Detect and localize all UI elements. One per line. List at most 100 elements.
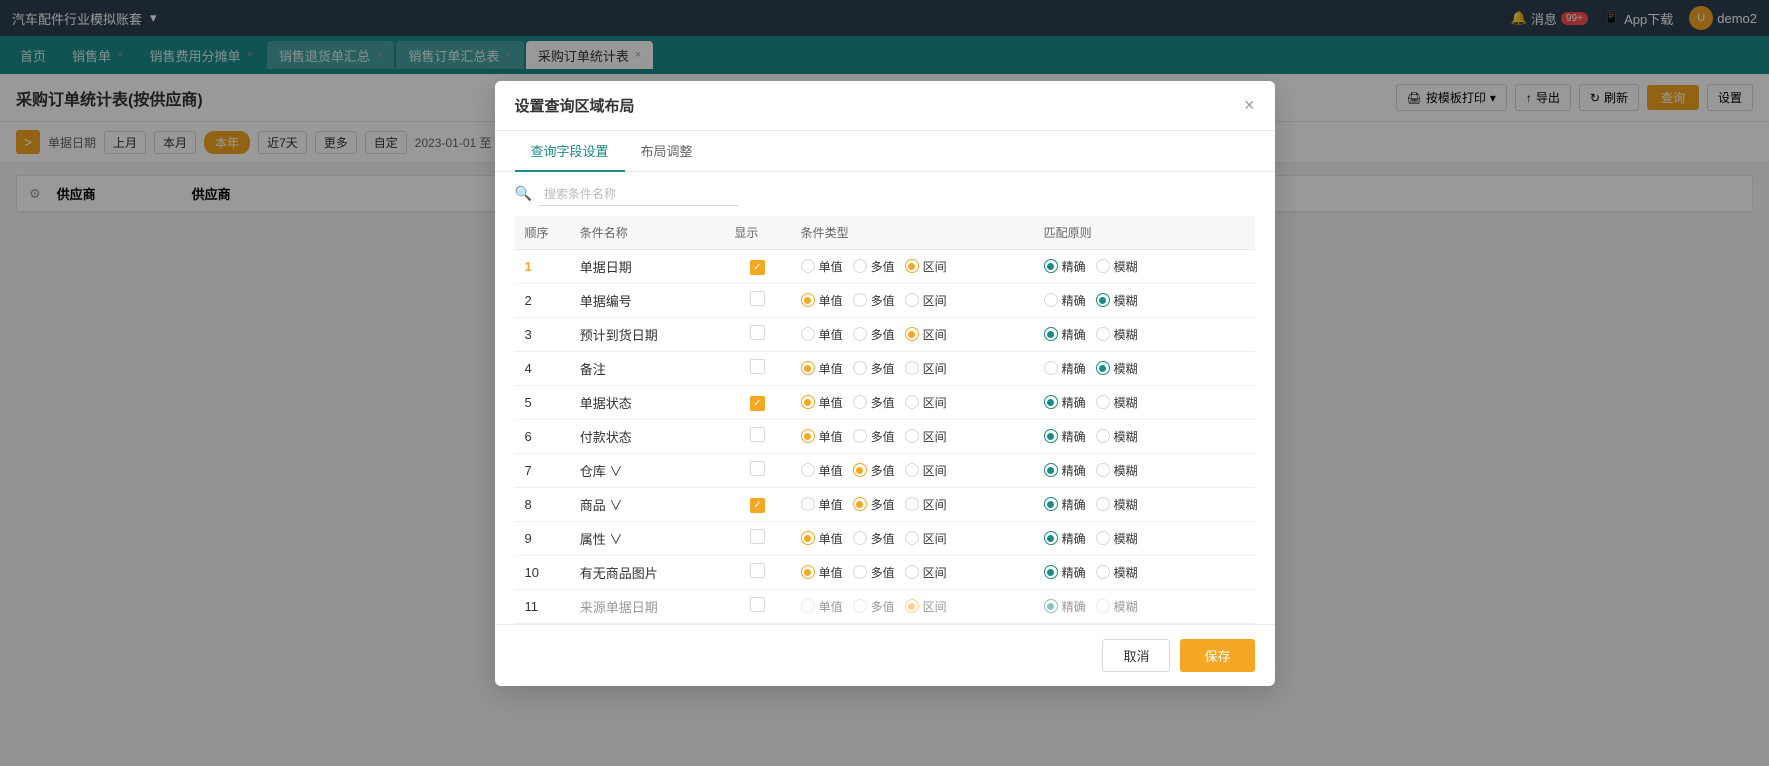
type-multi-radio[interactable]: 多值	[853, 428, 895, 445]
type-range-radio[interactable]: 区间	[905, 258, 947, 275]
type-range-radio[interactable]: 区间	[905, 394, 947, 411]
type-multi-radio[interactable]: 多值	[853, 496, 895, 513]
type-multi-radio[interactable]: 多值	[853, 394, 895, 411]
display-checkbox[interactable]	[750, 529, 765, 544]
type-multi-radio[interactable]: 多值	[853, 292, 895, 309]
table-row: 6付款状态单值多值区间精确模糊	[515, 419, 1255, 453]
match-fuzzy-radio[interactable]: 模糊	[1096, 292, 1138, 309]
row-display	[724, 283, 790, 317]
row-type: 单值多值区间	[791, 249, 1034, 283]
type-range-radio[interactable]: 区间	[905, 360, 947, 377]
type-single-radio[interactable]: 单值	[801, 496, 843, 513]
row-display	[724, 453, 790, 487]
type-multi-radio[interactable]: 多值	[853, 564, 895, 581]
type-single-radio[interactable]: 单值	[801, 258, 843, 275]
row-order: 8	[515, 487, 570, 521]
match-exact-radio[interactable]: 精确	[1044, 360, 1086, 377]
match-exact-radio[interactable]: 精确	[1044, 326, 1086, 343]
match-exact-radio[interactable]: 精确	[1044, 258, 1086, 275]
cancel-button[interactable]: 取消	[1102, 639, 1170, 672]
row-name: 单据日期	[570, 249, 725, 283]
type-range-radio[interactable]: 区间	[905, 326, 947, 343]
match-exact-radio[interactable]: 精确	[1044, 462, 1086, 479]
type-range-radio[interactable]: 区间	[905, 530, 947, 547]
type-multi-radio[interactable]: 多值	[853, 360, 895, 377]
row-name: 来源单据日期	[570, 589, 725, 623]
tab-layout-adjust[interactable]: 布局调整	[625, 131, 709, 172]
type-multi-radio[interactable]: 多值	[853, 530, 895, 547]
row-name: 单据状态	[570, 385, 725, 419]
row-type: 单值多值区间	[791, 555, 1034, 589]
match-fuzzy-radio[interactable]: 模糊	[1096, 360, 1138, 377]
match-exact-radio[interactable]: 精确	[1044, 496, 1086, 513]
col-header-name: 条件名称	[570, 216, 725, 250]
match-fuzzy-radio[interactable]: 模糊	[1096, 564, 1138, 581]
match-fuzzy-radio[interactable]: 模糊	[1096, 598, 1138, 615]
table-row: 11来源单据日期 单值多值区间 精确模糊	[515, 589, 1255, 623]
match-fuzzy-radio[interactable]: 模糊	[1096, 496, 1138, 513]
search-input[interactable]	[538, 182, 738, 206]
row-match: 精确模糊	[1034, 589, 1255, 623]
order-number: 9	[525, 531, 532, 546]
type-range-radio[interactable]: 区间	[905, 462, 947, 479]
display-checkbox[interactable]	[750, 359, 765, 374]
match-fuzzy-radio[interactable]: 模糊	[1096, 394, 1138, 411]
type-single-radio[interactable]: 单值	[801, 564, 843, 581]
match-exact-radio[interactable]: 精确	[1044, 564, 1086, 581]
row-match: 精确模糊	[1034, 385, 1255, 419]
type-range-radio[interactable]: 区间	[905, 496, 947, 513]
match-exact-radio[interactable]: 精确	[1044, 292, 1086, 309]
save-button[interactable]: 保存	[1180, 639, 1254, 672]
dialog-header: 设置查询区域布局 ×	[495, 81, 1275, 131]
type-single-radio[interactable]: 单值	[801, 530, 843, 547]
display-checkbox[interactable]	[750, 498, 765, 513]
row-name: 预计到货日期	[570, 317, 725, 351]
type-range-radio[interactable]: 区间	[905, 598, 947, 615]
row-order: 11	[515, 589, 570, 623]
type-multi-radio[interactable]: 多值	[853, 258, 895, 275]
display-checkbox[interactable]	[750, 597, 765, 612]
display-checkbox[interactable]	[750, 260, 765, 275]
type-multi-radio[interactable]: 多值	[853, 326, 895, 343]
match-exact-radio[interactable]: 精确	[1044, 428, 1086, 445]
type-range-radio[interactable]: 区间	[905, 292, 947, 309]
match-fuzzy-radio[interactable]: 模糊	[1096, 462, 1138, 479]
type-single-radio[interactable]: 单值	[801, 428, 843, 445]
row-name: 单据编号	[570, 283, 725, 317]
display-checkbox[interactable]	[750, 563, 765, 578]
type-single-radio[interactable]: 单值	[801, 292, 843, 309]
type-multi-radio[interactable]: 多值	[853, 462, 895, 479]
table-row: 3预计到货日期单值多值区间精确模糊	[515, 317, 1255, 351]
row-order: 10	[515, 555, 570, 589]
row-match: 精确模糊	[1034, 419, 1255, 453]
type-range-radio[interactable]: 区间	[905, 428, 947, 445]
row-display	[724, 351, 790, 385]
display-checkbox[interactable]	[750, 396, 765, 411]
match-exact-radio[interactable]: 精确	[1044, 530, 1086, 547]
type-range-radio[interactable]: 区间	[905, 564, 947, 581]
match-exact-radio[interactable]: 精确	[1044, 394, 1086, 411]
match-exact-radio[interactable]: 精确	[1044, 598, 1086, 615]
row-display	[724, 249, 790, 283]
display-checkbox[interactable]	[750, 461, 765, 476]
dialog-title: 设置查询区域布局	[515, 95, 635, 116]
tab-query-field-settings[interactable]: 查询字段设置	[515, 131, 625, 172]
match-fuzzy-radio[interactable]: 模糊	[1096, 530, 1138, 547]
type-single-radio[interactable]: 单值	[801, 598, 843, 615]
match-fuzzy-radio[interactable]: 模糊	[1096, 258, 1138, 275]
type-single-radio[interactable]: 单值	[801, 326, 843, 343]
display-checkbox[interactable]	[750, 427, 765, 442]
match-fuzzy-radio[interactable]: 模糊	[1096, 326, 1138, 343]
type-multi-radio[interactable]: 多值	[853, 598, 895, 615]
type-single-radio[interactable]: 单值	[801, 394, 843, 411]
row-name: 仓库 ∨	[570, 453, 725, 487]
row-type: 单值多值区间	[791, 419, 1034, 453]
dialog-close-button[interactable]: ×	[1244, 96, 1255, 114]
display-checkbox[interactable]	[750, 325, 765, 340]
match-fuzzy-radio[interactable]: 模糊	[1096, 428, 1138, 445]
type-single-radio[interactable]: 单值	[801, 462, 843, 479]
type-single-radio[interactable]: 单值	[801, 360, 843, 377]
display-checkbox[interactable]	[750, 291, 765, 306]
row-name: 属性 ∨	[570, 521, 725, 555]
order-number: 8	[525, 497, 532, 512]
